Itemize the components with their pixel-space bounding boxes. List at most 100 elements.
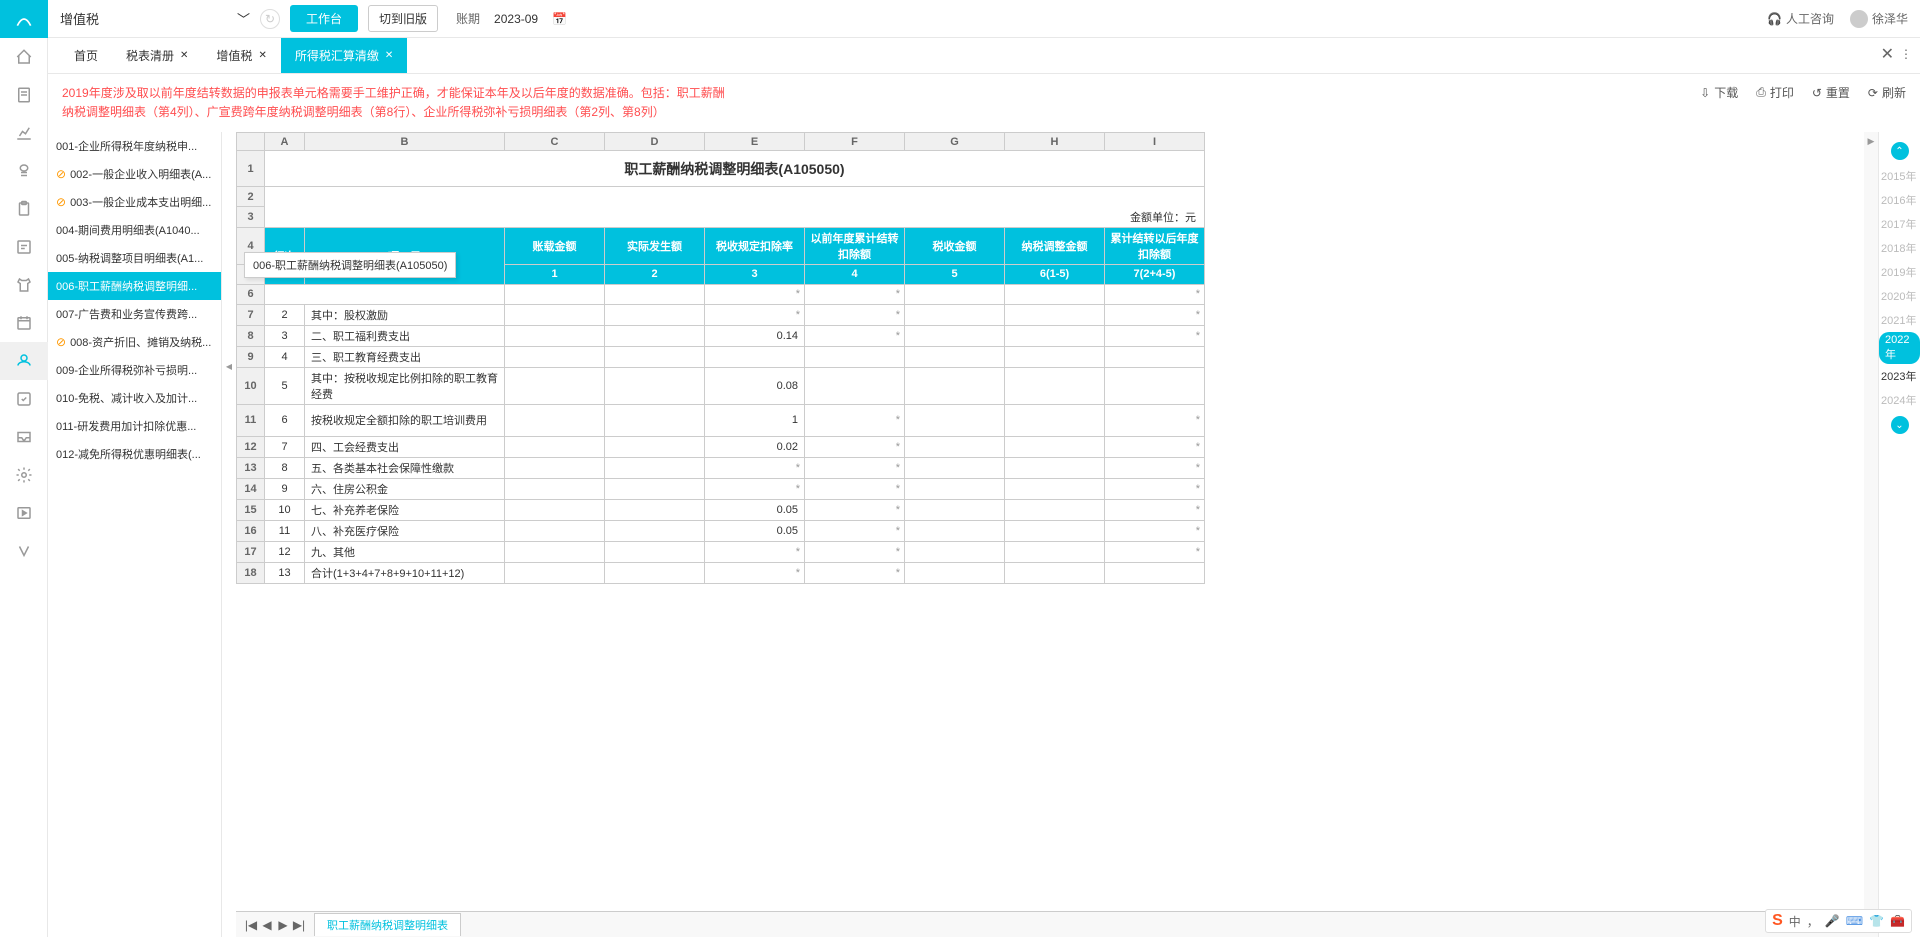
warn-icon: ⊘ bbox=[56, 195, 66, 209]
table-row[interactable]: 1611八、补充医疗保险0.05** bbox=[237, 520, 1205, 541]
doc-icon[interactable] bbox=[0, 76, 48, 114]
report-icon[interactable] bbox=[0, 228, 48, 266]
year-item[interactable]: 2021年 bbox=[1879, 308, 1920, 332]
reset-button[interactable]: ↺重置 bbox=[1812, 84, 1850, 101]
reset-icon: ↺ bbox=[1812, 86, 1822, 100]
print-icon: ⎙ bbox=[1756, 85, 1766, 100]
year-rail: ⌃ 2015年2016年2017年2018年2019年2020年2021年202… bbox=[1878, 132, 1920, 937]
year-item[interactable]: 2018年 bbox=[1879, 236, 1920, 260]
period-value[interactable]: 2023-09 bbox=[494, 12, 538, 26]
keyboard-icon[interactable]: ⌨ bbox=[1846, 914, 1863, 928]
year-item[interactable]: 2024年 bbox=[1879, 388, 1920, 412]
table-row[interactable]: 105其中：按税收规定比例扣除的职工教育经费0.08 bbox=[237, 367, 1205, 404]
form-list-item[interactable]: 007-广告费和业务宣传费跨... bbox=[48, 300, 221, 328]
workbench-button[interactable]: 工作台 bbox=[290, 5, 358, 32]
next-icon[interactable]: ▶ bbox=[276, 918, 290, 932]
warning-text: 2019年度涉及取以前年度结转数据的申报表单元格需要手工维护正确，才能保证本年及… bbox=[48, 74, 748, 132]
table-row[interactable]: 127四、工会经费支出0.02** bbox=[237, 436, 1205, 457]
spreadsheet[interactable]: ABCDEFGHI 1职工薪酬纳税调整明细表(A105050) 2 3金额单位：… bbox=[236, 132, 1205, 584]
user-menu[interactable]: 徐泽华 bbox=[1850, 10, 1908, 28]
sheet-tab[interactable]: 职工薪酬纳税调整明细表 bbox=[314, 913, 461, 936]
year-item[interactable]: 2020年 bbox=[1879, 284, 1920, 308]
clipboard-icon[interactable] bbox=[0, 190, 48, 228]
table-row[interactable]: 138五、各类基本社会保障性缴款*** bbox=[237, 457, 1205, 478]
logo-icon[interactable] bbox=[0, 0, 48, 38]
close-icon[interactable]: ✕ bbox=[385, 50, 393, 61]
year-item[interactable]: 2015年 bbox=[1879, 164, 1920, 188]
form-list-item[interactable]: 011-研发费用加计扣除优惠... bbox=[48, 412, 221, 440]
form-list-item[interactable]: ⊘003-一般企业成本支出明细... bbox=[48, 188, 221, 216]
close-icon[interactable]: ✕ bbox=[258, 50, 266, 61]
expand-right-icon[interactable]: ▶ bbox=[1868, 136, 1875, 147]
tabs-bar: 首页税表清册✕增值税✕所得税汇算清缴✕ ✕ ⋮ bbox=[48, 38, 1920, 74]
collapse-handle[interactable] bbox=[222, 132, 236, 937]
form-list-item[interactable]: 012-减免所得税优惠明细表(... bbox=[48, 440, 221, 468]
form-list-item[interactable]: ⊘002-一般企业收入明细表(A... bbox=[48, 160, 221, 188]
form-list-item[interactable]: 009-企业所得税弥补亏损明... bbox=[48, 356, 221, 384]
form-list-item[interactable]: 001-企业所得税年度纳税申... bbox=[48, 132, 221, 160]
video-icon[interactable] bbox=[0, 494, 48, 532]
year-item[interactable]: 2023年 bbox=[1879, 364, 1920, 388]
skin-icon[interactable]: 👕 bbox=[1869, 914, 1884, 928]
year-item[interactable]: 2017年 bbox=[1879, 212, 1920, 236]
tab[interactable]: 增值税✕ bbox=[202, 38, 280, 73]
refresh-button[interactable]: ⟳刷新 bbox=[1868, 84, 1906, 101]
year-item[interactable]: 2016年 bbox=[1879, 188, 1920, 212]
settings-icon[interactable] bbox=[0, 456, 48, 494]
support-link[interactable]: 🎧人工咨询 bbox=[1767, 10, 1834, 27]
mic-icon[interactable]: 🎤 bbox=[1825, 914, 1840, 928]
table-row[interactable]: 1510七、补充养老保险0.05** bbox=[237, 499, 1205, 520]
first-icon[interactable]: |◀ bbox=[244, 918, 258, 932]
scroll-down-icon[interactable]: ⌄ bbox=[1891, 416, 1909, 434]
topbar: 增值税 ﹀ ↻ 工作台 切到旧版 账期 2023-09 📅 🎧人工咨询 徐泽华 bbox=[48, 0, 1920, 38]
inbox-icon[interactable] bbox=[0, 418, 48, 456]
table-row[interactable]: 72其中：股权激励*** bbox=[237, 304, 1205, 325]
table-row[interactable]: 83二、职工福利费支出0.14** bbox=[237, 325, 1205, 346]
tab[interactable]: 首页 bbox=[60, 38, 112, 73]
ime-bar[interactable]: S 中 ， 🎤 ⌨ 👕 🧰 bbox=[1765, 909, 1912, 933]
form-list-item[interactable]: 005-纳税调整项目明细表(A1... bbox=[48, 244, 221, 272]
calendar-picker-icon[interactable]: 📅 bbox=[552, 12, 567, 26]
form-list: 001-企业所得税年度纳税申...⊘002-一般企业收入明细表(A...⊘003… bbox=[48, 132, 222, 937]
form-list-item[interactable]: 010-免税、减计收入及加计... bbox=[48, 384, 221, 412]
headset-icon: 🎧 bbox=[1767, 12, 1782, 26]
table-row[interactable]: 94三、职工教育经费支出 bbox=[237, 346, 1205, 367]
left-nav-rail bbox=[0, 0, 48, 937]
form-list-item[interactable]: ⊘008-资产折旧、摊销及纳税... bbox=[48, 328, 221, 356]
old-version-button[interactable]: 切到旧版 bbox=[368, 5, 438, 32]
warn-icon: ⊘ bbox=[56, 335, 66, 349]
table-row[interactable]: 1813合计(1+3+4+7+8+9+10+11+12)** bbox=[237, 562, 1205, 583]
tab[interactable]: 所得税汇算清缴✕ bbox=[281, 38, 407, 73]
table-row[interactable]: 149六、住房公积金*** bbox=[237, 478, 1205, 499]
home-icon[interactable] bbox=[0, 38, 48, 76]
close-icon[interactable]: ✕ bbox=[180, 50, 188, 61]
tax-icon[interactable] bbox=[0, 342, 48, 380]
close-all-tabs-icon[interactable]: ✕ bbox=[1881, 44, 1894, 64]
last-icon[interactable]: ▶| bbox=[292, 918, 306, 932]
print-button[interactable]: ⎙打印 bbox=[1756, 84, 1794, 101]
scroll-up-icon[interactable]: ⌃ bbox=[1891, 142, 1909, 160]
tax-type-select[interactable]: 增值税 ﹀ bbox=[60, 9, 250, 28]
form-list-item[interactable]: 004-期间费用明细表(A1040... bbox=[48, 216, 221, 244]
prev-icon[interactable]: ◀ bbox=[260, 918, 274, 932]
tab[interactable]: 税表清册✕ bbox=[112, 38, 202, 73]
tax-type-label: 增值税 bbox=[60, 9, 99, 28]
calendar-icon[interactable] bbox=[0, 304, 48, 342]
archive-icon[interactable] bbox=[0, 380, 48, 418]
table-row[interactable]: 116按税收规定全额扣除的职工培训费用1** bbox=[237, 404, 1205, 436]
period-label: 账期 bbox=[456, 10, 480, 27]
money-icon[interactable] bbox=[0, 152, 48, 190]
refresh-circle-icon[interactable]: ↻ bbox=[260, 9, 280, 29]
chart-icon[interactable] bbox=[0, 114, 48, 152]
tabs-menu-icon[interactable]: ⋮ bbox=[1900, 47, 1912, 61]
year-item[interactable]: 2019年 bbox=[1879, 260, 1920, 284]
shirt-icon[interactable] bbox=[0, 266, 48, 304]
v-icon[interactable] bbox=[0, 532, 48, 570]
table-row[interactable]: 1712九、其他*** bbox=[237, 541, 1205, 562]
ime-s-icon: S bbox=[1772, 912, 1783, 930]
download-button[interactable]: ⇩下载 bbox=[1700, 84, 1738, 101]
year-item[interactable]: 2022年 bbox=[1879, 332, 1920, 364]
unit-label: 金额单位：元 bbox=[265, 207, 1205, 228]
toolbox-icon[interactable]: 🧰 bbox=[1890, 914, 1905, 928]
form-list-item[interactable]: 006-职工薪酬纳税调整明细... bbox=[48, 272, 221, 300]
